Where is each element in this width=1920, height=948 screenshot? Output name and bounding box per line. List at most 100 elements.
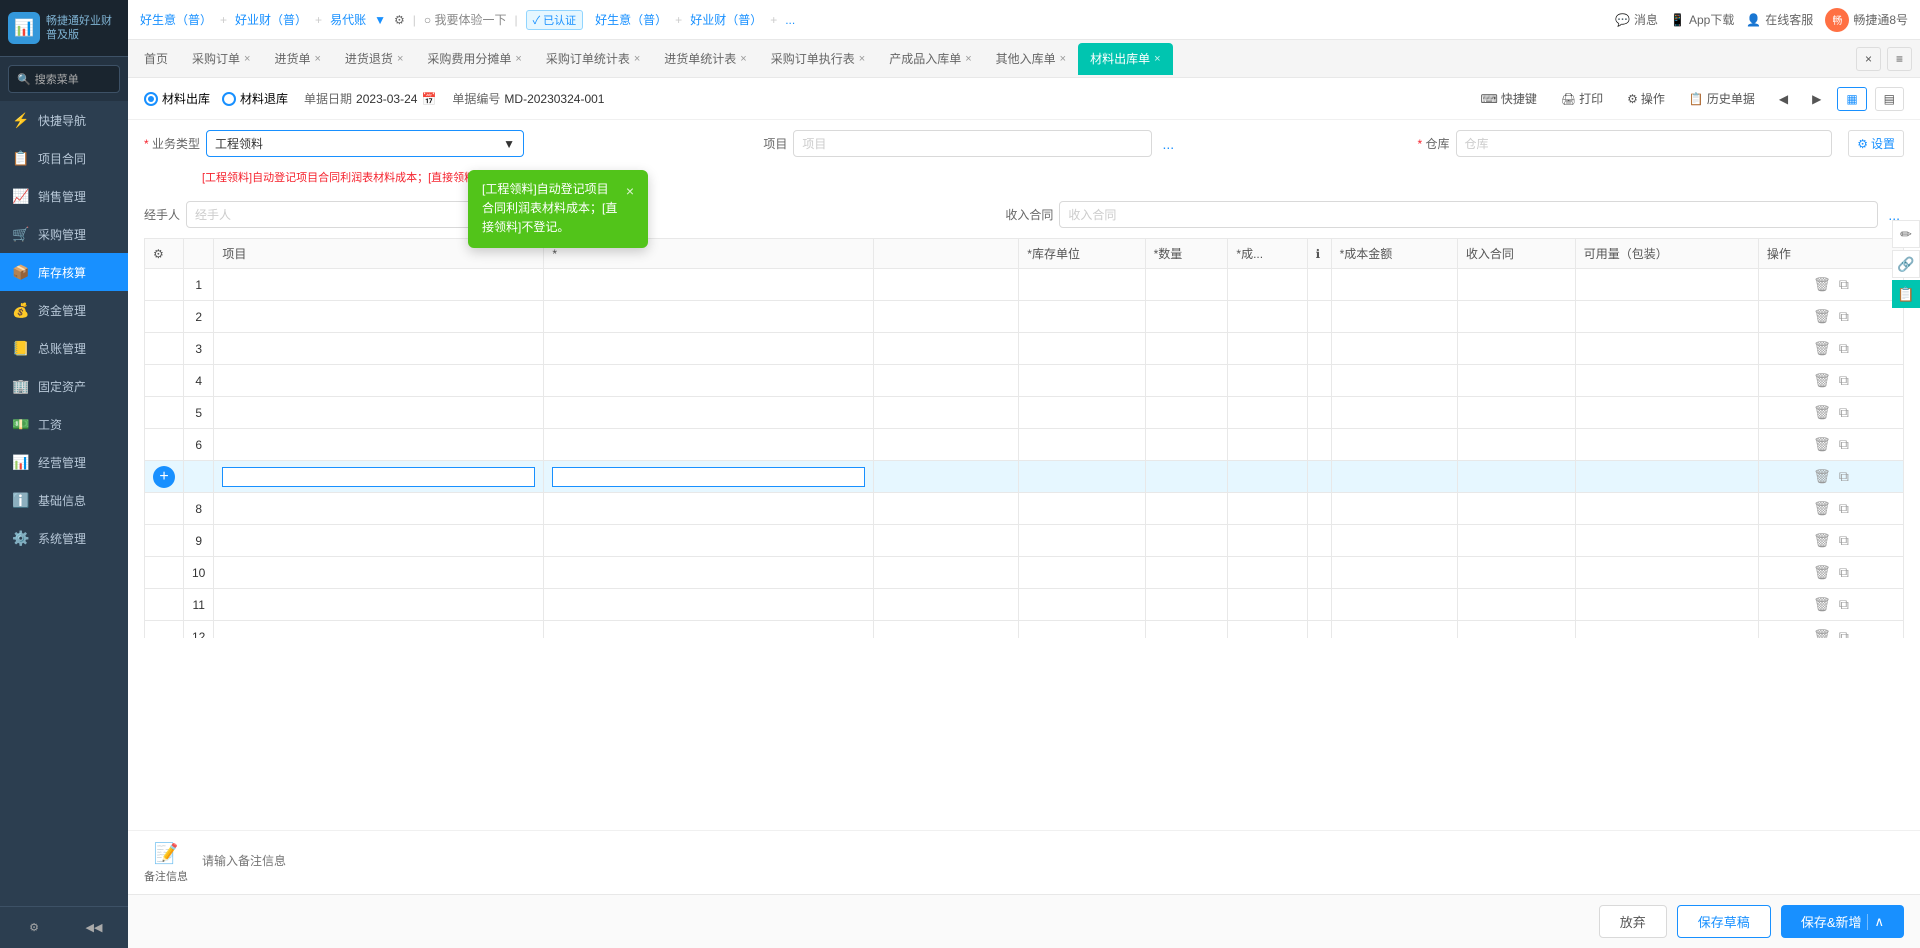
sidebar-item-system[interactable]: ⚙️ 系统管理 [0,519,128,557]
row-copy-10[interactable]: ⧉ [1837,562,1851,583]
sidebar-item-basic[interactable]: ℹ️ 基础信息 [0,481,128,519]
tab-purchase-expense[interactable]: 采购费用分摊单 × [415,43,533,75]
sidebar-item-quicknav[interactable]: ⚡ 快捷导航 [0,101,128,139]
row-delete-active[interactable]: 🗑 [1811,466,1833,487]
topbar-link-yidaizhang[interactable]: 易代账 [330,11,366,28]
topbar-link-haoshengyi[interactable]: 好生意（普） [140,11,212,28]
discard-button[interactable]: 放弃 [1599,905,1667,938]
topbar-more[interactable]: ... [785,13,795,27]
row-copy-11[interactable]: ⧉ [1837,594,1851,615]
topbar-dropdown-arrow[interactable]: ▼ [374,13,386,27]
row-copy-active[interactable]: ⧉ [1837,466,1851,487]
topbar-link-haoyecai[interactable]: 好业财（普） [235,11,307,28]
row-delete-5[interactable]: 🗑 [1811,402,1833,423]
tab-close-purchase-expense[interactable]: × [515,53,521,65]
tab-close-purchase-order-exec[interactable]: × [859,53,865,65]
project-search-dots[interactable]: ... [1158,136,1178,152]
tab-purchase-receipt[interactable]: 进货单 × [262,43,332,75]
save-new-button[interactable]: 保存&新增 ∧ [1781,905,1904,938]
row-copy-1[interactable]: ⧉ [1837,274,1851,295]
prev-button[interactable]: ◀ [1771,88,1796,110]
handler-input[interactable]: 经手人 [186,201,498,228]
sidebar-item-inventory[interactable]: 📦 库存核算 [0,253,128,291]
sidebar-item-sales[interactable]: 📈 销售管理 [0,177,128,215]
tab-home[interactable]: 首页 [132,43,180,75]
project-input[interactable]: 项目 [793,130,1152,157]
row-delete-4[interactable]: 🗑 [1811,370,1833,391]
app-download-button[interactable]: 📱 App下载 [1670,11,1734,28]
service-button[interactable]: 👤 在线客服 [1746,11,1813,28]
tab-other-inbound[interactable]: 其他入库单 × [984,43,1078,75]
tab-purchase-order-stat[interactable]: 采购订单统计表 × [534,43,652,75]
right-panel-edit-button[interactable]: ✏ [1892,220,1920,248]
sidebar-item-finance[interactable]: 💰 资金管理 [0,291,128,329]
radio-material-out[interactable]: 材料出库 [144,90,210,107]
search-menu-button[interactable]: 🔍 搜索菜单 [8,65,120,93]
row-copy-4[interactable]: ⧉ [1837,370,1851,391]
topbar-link2-haoyecai[interactable]: 好业财（普） [690,11,762,28]
row-copy-2[interactable]: ⧉ [1837,306,1851,327]
row-copy-6[interactable]: ⧉ [1837,434,1851,455]
row-delete-3[interactable]: 🗑 [1811,338,1833,359]
tab-close-purchase-receipt[interactable]: × [314,53,320,65]
save-draft-button[interactable]: 保存草稿 [1677,905,1771,938]
print-button[interactable]: 🖨 打印 [1553,86,1611,111]
row-copy-9[interactable]: ⧉ [1837,530,1851,551]
tab-close-purchase-receipt-stat[interactable]: × [740,53,746,65]
calendar-icon[interactable]: 📅 [421,92,436,106]
notes-input[interactable] [198,841,1904,881]
row-delete-6[interactable]: 🗑 [1811,434,1833,455]
row-delete-2[interactable]: 🗑 [1811,306,1833,327]
sidebar-item-project[interactable]: 📋 项目合同 [0,139,128,177]
table-settings-header[interactable]: ⚙ [145,239,184,269]
sidebar-item-operations[interactable]: 📊 经营管理 [0,443,128,481]
tab-view-toggle[interactable]: ≡ [1887,47,1912,71]
row-copy-5[interactable]: ⧉ [1837,402,1851,423]
sidebar-item-purchase[interactable]: 🛒 采购管理 [0,215,128,253]
view-toggle-1[interactable]: ▦ [1837,87,1866,111]
settings-config-button[interactable]: ⚙ 设置 [1848,130,1904,157]
save-new-arrow-icon[interactable]: ∧ [1867,914,1884,930]
tab-purchase-order[interactable]: 采购订单 × [180,43,262,75]
tab-purchase-return[interactable]: 进货退货 × [333,43,415,75]
row-delete-1[interactable]: 🗑 [1811,274,1833,295]
tab-close-purchase-order[interactable]: × [244,53,250,65]
tab-close-purchase-return[interactable]: × [397,53,403,65]
tab-material-outbound[interactable]: 材料出库单 × [1078,43,1172,75]
tooltip-close-button[interactable]: × [626,180,634,202]
income-contract-input[interactable]: 收入合同 [1059,201,1878,228]
row-copy-8[interactable]: ⧉ [1837,498,1851,519]
tab-close-purchase-order-stat[interactable]: × [634,53,640,65]
tab-close-material-outbound[interactable]: × [1154,53,1160,65]
tab-close-all[interactable]: × [1856,47,1881,71]
row-copy-12[interactable]: ⧉ [1837,626,1851,638]
view-toggle-2[interactable]: ▤ [1875,87,1904,111]
history-button[interactable]: 📋 历史单据 [1681,86,1763,111]
table-scroll-wrap[interactable]: ⚙ 项目 * *库存单位 *数量 *成... ℹ *成本金额 收入合同 [144,238,1904,638]
tab-purchase-order-exec[interactable]: 采购订单执行表 × [759,43,877,75]
right-panel-green-button[interactable]: 📋 [1892,280,1920,308]
next-button[interactable]: ▶ [1804,88,1829,110]
row-delete-8[interactable]: 🗑 [1811,498,1833,519]
row-active-project-input[interactable] [222,467,535,487]
sidebar-item-accounting[interactable]: 📒 总账管理 [0,329,128,367]
tab-close-finished-goods[interactable]: × [965,53,971,65]
settings-button[interactable]: ⚙ [8,915,60,940]
row-delete-12[interactable]: 🗑 [1811,626,1833,638]
operations-button[interactable]: ⚙ 操作 [1619,86,1673,111]
row-delete-11[interactable]: 🗑 [1811,594,1833,615]
row-active-material-input[interactable] [552,467,865,487]
shortcut-button[interactable]: ⌨ 快捷键 [1473,86,1545,111]
row-delete-10[interactable]: 🗑 [1811,562,1833,583]
sidebar-item-payroll[interactable]: 💵 工资 [0,405,128,443]
topbar-trial-link[interactable]: ○ 我要体验一下 [424,11,507,28]
tab-purchase-receipt-stat[interactable]: 进货单统计表 × [652,43,758,75]
add-row-button[interactable]: + [153,466,175,488]
row-copy-3[interactable]: ⧉ [1837,338,1851,359]
topbar-settings-icon[interactable]: ⚙ [394,13,405,27]
topbar-link2-haoshengyi[interactable]: 好生意（普） [595,11,667,28]
message-button[interactable]: 💬 消息 [1615,11,1658,28]
row-delete-9[interactable]: 🗑 [1811,530,1833,551]
collapse-button[interactable]: ◀◀ [68,915,120,940]
tab-close-other-inbound[interactable]: × [1060,53,1066,65]
